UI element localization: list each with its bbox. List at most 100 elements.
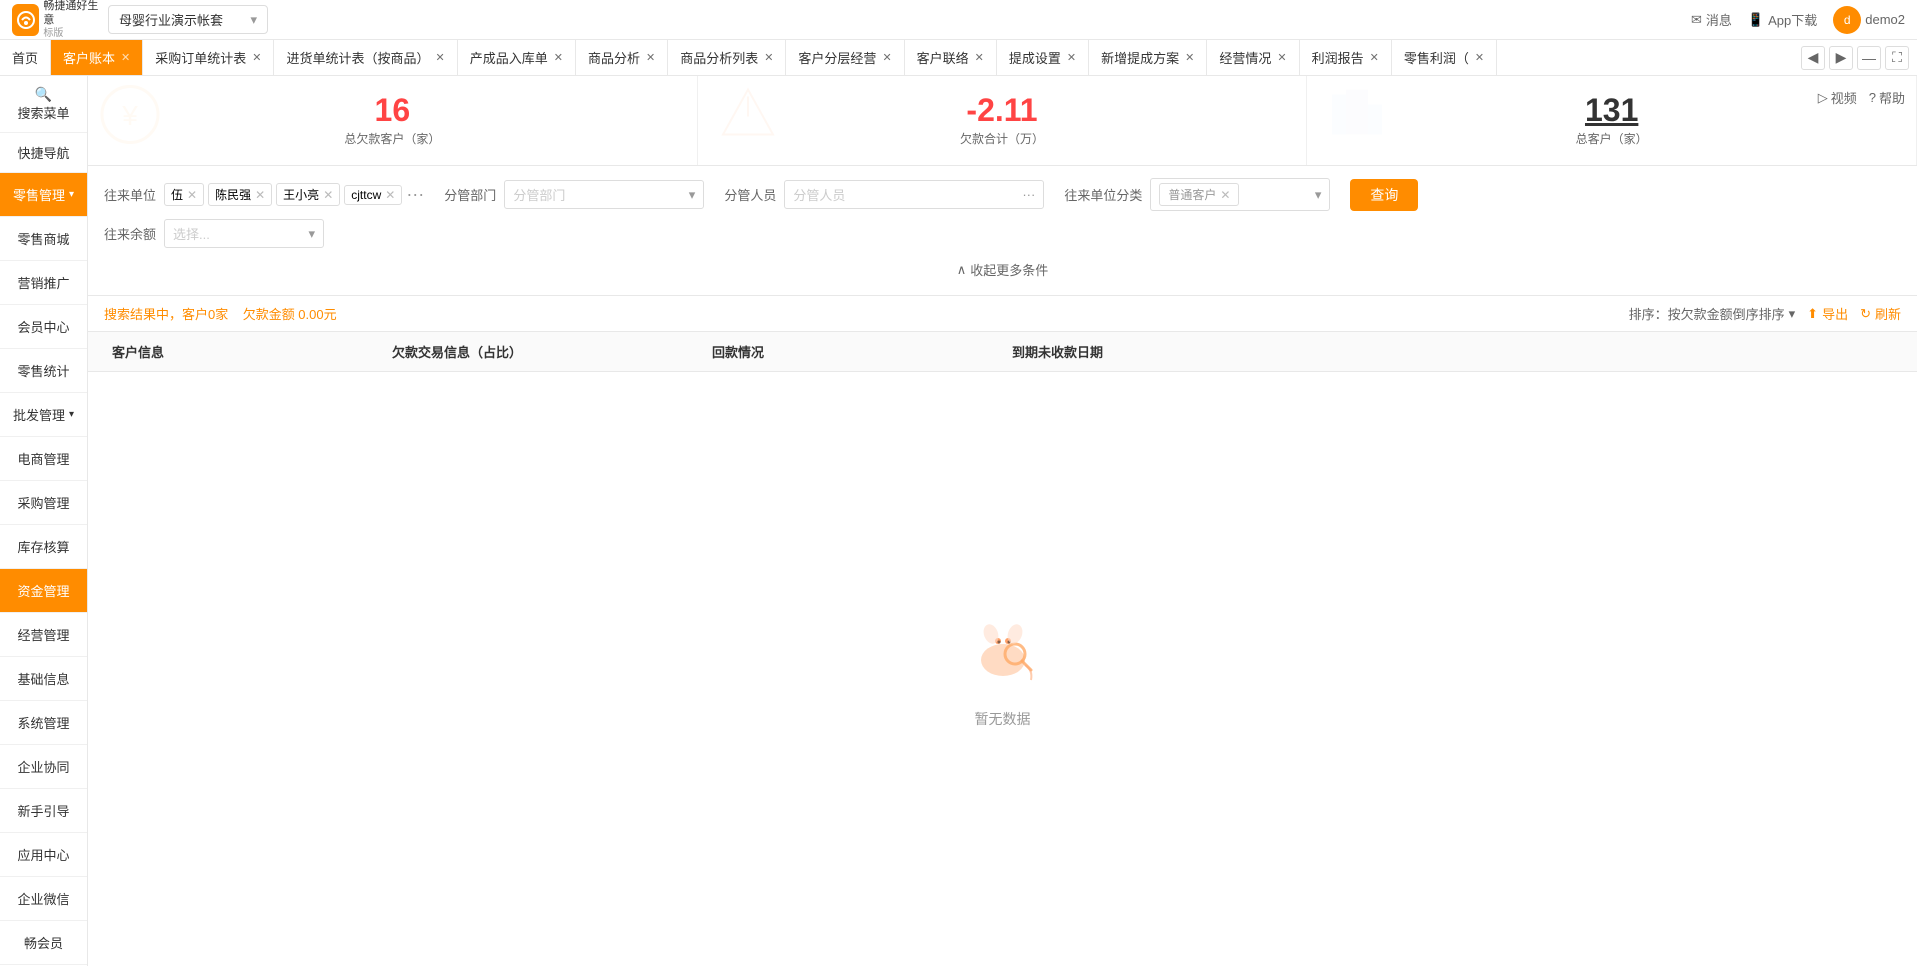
- tab-product-in[interactable]: 产成品入库单 ✕: [458, 40, 576, 76]
- sidebar-item-member[interactable]: 会员中心: [0, 305, 87, 349]
- sidebar-item-vip[interactable]: 畅会员: [0, 921, 87, 965]
- tab-purchase-stats-close[interactable]: ✕: [436, 51, 445, 64]
- video-icon: ▷: [1818, 90, 1828, 106]
- tab-accounts[interactable]: 客户账本 ✕: [51, 40, 143, 76]
- user-area[interactable]: d demo2: [1833, 6, 1905, 34]
- tab-maximize[interactable]: ⛶: [1885, 46, 1909, 70]
- tab-promotion-settings[interactable]: 提成设置 ✕: [997, 40, 1089, 76]
- tab-product-analysis[interactable]: 商品分析 ✕: [576, 40, 668, 76]
- tab-purchase-orders-close[interactable]: ✕: [252, 51, 261, 64]
- sidebar-item-inventory[interactable]: 库存核算: [0, 525, 87, 569]
- top-bar: 畅捷通好生意 标版 母婴行业演示帐套 ▾ ✉ 消息 📱 App下载 d demo…: [0, 0, 1917, 40]
- tab-customer-segment-close[interactable]: ✕: [882, 51, 891, 64]
- table-section: 搜索结果中，客户0家 欠款金额 0.00元 排序：按欠款金额倒序排序 ▾ ⬆ 导…: [88, 296, 1917, 966]
- filter-tag-cjttcw[interactable]: cjttcw ✕: [344, 185, 402, 205]
- tab-purchase-stats[interactable]: 进货单统计表（按商品） ✕: [274, 40, 457, 76]
- help-icon: ?: [1869, 90, 1876, 105]
- sidebar-item-retail-mall[interactable]: 零售商城: [0, 217, 87, 261]
- filter-tag-wu[interactable]: 伍 ✕: [164, 183, 204, 206]
- refresh-button[interactable]: ↻ 刷新: [1860, 304, 1901, 323]
- empty-text: 暂无数据: [975, 709, 1031, 729]
- tab-product-analysis-close[interactable]: ✕: [646, 51, 655, 64]
- stat-total-customers: ¥ 16 总欠款客户（家）: [88, 76, 698, 165]
- app-download-btn[interactable]: 📱 App下载: [1748, 10, 1817, 29]
- filter-tag-chen[interactable]: 陈民强 ✕: [208, 183, 272, 206]
- tab-retail-profit[interactable]: 零售利润（ ✕: [1392, 40, 1497, 76]
- filter-dept-select[interactable]: 分管部门 ▾: [504, 180, 704, 209]
- filter-tag-cjttcw-close[interactable]: ✕: [385, 188, 395, 202]
- filter-person-select[interactable]: 分管人员 ···: [784, 180, 1044, 209]
- filter-balance-select[interactable]: 选择... ▾: [164, 219, 324, 248]
- sidebar-item-marketing[interactable]: 营销推广: [0, 261, 87, 305]
- export-icon: ⬆: [1807, 306, 1818, 322]
- sidebar-item-retail[interactable]: 零售管理 ▾: [0, 173, 87, 217]
- video-action[interactable]: ▷ 视频: [1818, 88, 1857, 107]
- filter-tag-chen-close[interactable]: ✕: [255, 188, 265, 202]
- tab-home[interactable]: 首页: [0, 40, 51, 76]
- sidebar-item-finance[interactable]: 资金管理: [0, 569, 87, 613]
- tab-retail-profit-close[interactable]: ✕: [1475, 51, 1484, 64]
- export-button[interactable]: ⬆ 导出: [1807, 304, 1848, 323]
- filter-tag-wu-close[interactable]: ✕: [187, 188, 197, 202]
- tab-purchase-orders[interactable]: 采购订单统计表 ✕: [143, 40, 274, 76]
- tab-product-in-close[interactable]: ✕: [554, 51, 563, 64]
- tab-scroll-right[interactable]: ▶: [1829, 46, 1853, 70]
- tab-new-promotion[interactable]: 新增提成方案 ✕: [1089, 40, 1207, 76]
- sidebar-search[interactable]: 🔍 搜索菜单: [0, 76, 87, 133]
- sidebar-item-batch[interactable]: 批发管理 ▾: [0, 393, 87, 437]
- stat-customers-value: 16: [375, 94, 411, 126]
- tab-new-promotion-close[interactable]: ✕: [1185, 51, 1194, 64]
- tab-customer-contact-close[interactable]: ✕: [975, 51, 984, 64]
- refresh-icon: ↻: [1860, 306, 1871, 322]
- sidebar-item-new-guide[interactable]: 新手引导: [0, 789, 87, 833]
- query-button[interactable]: 查询: [1350, 179, 1418, 211]
- sidebar-item-ecommerce[interactable]: 电商管理: [0, 437, 87, 481]
- sidebar-quick-nav[interactable]: 快捷导航: [0, 133, 87, 173]
- tab-accounts-close[interactable]: ✕: [121, 51, 130, 64]
- stat-total-debt: -2.11 欠款合计（万）: [698, 76, 1308, 165]
- tab-customer-segment[interactable]: 客户分层经营 ✕: [786, 40, 904, 76]
- tab-profit-report-label: 利润报告: [1312, 48, 1364, 67]
- tab-operations[interactable]: 经营情况 ✕: [1207, 40, 1299, 76]
- col-due-date: 到期未收款日期: [1004, 342, 1901, 361]
- tab-customer-segment-label: 客户分层经营: [798, 48, 876, 67]
- nav-tab-actions: ◀ ▶ — ⛶: [1801, 46, 1917, 70]
- tab-product-analysis-list-close[interactable]: ✕: [764, 51, 773, 64]
- table-header: 客户信息 欠款交易信息（占比） 回款情况 到期未收款日期: [88, 332, 1917, 372]
- filter-unit-label: 往来单位: [104, 185, 156, 204]
- filter-unit-type-tag[interactable]: 普通客户 ✕: [1159, 183, 1239, 206]
- filter-unit-type-close[interactable]: ✕: [1220, 188, 1230, 202]
- help-action[interactable]: ? 帮助: [1869, 88, 1905, 107]
- tab-operations-close[interactable]: ✕: [1277, 51, 1286, 64]
- filter-tag-wang-close[interactable]: ✕: [323, 188, 333, 202]
- stat-actions: ▷ 视频 ? 帮助: [1818, 88, 1905, 107]
- tab-customer-contact[interactable]: 客户联络 ✕: [905, 40, 997, 76]
- collapse-btn[interactable]: ∧ 收起更多条件: [945, 256, 1061, 283]
- filter-dept-label: 分管部门: [444, 185, 496, 204]
- empty-icon: [963, 610, 1043, 693]
- tab-scroll-left[interactable]: ◀: [1801, 46, 1825, 70]
- sidebar-item-basic-info[interactable]: 基础信息: [0, 657, 87, 701]
- sidebar-retail-arrow: ▾: [69, 189, 74, 200]
- tab-profit-report-close[interactable]: ✕: [1370, 51, 1379, 64]
- sidebar-item-operations-mgmt[interactable]: 经营管理: [0, 613, 87, 657]
- stats-bar: ¥ 16 总欠款客户（家） -2.11 欠款合计（万）: [88, 76, 1917, 166]
- sidebar-item-enterprise-wechat[interactable]: 企业微信: [0, 877, 87, 921]
- tab-minimize[interactable]: —: [1857, 46, 1881, 70]
- filter-unit-type-select[interactable]: 普通客户 ✕ ▾: [1150, 178, 1330, 211]
- tab-promotion-settings-close[interactable]: ✕: [1067, 51, 1076, 64]
- sort-button[interactable]: 排序：按欠款金额倒序排序 ▾: [1629, 304, 1796, 323]
- filter-unit-more[interactable]: ···: [406, 184, 424, 205]
- filter-tag-wang[interactable]: 王小亮 ✕: [276, 183, 340, 206]
- org-selector[interactable]: 母婴行业演示帐套 ▾: [108, 5, 268, 34]
- sidebar-item-system[interactable]: 系统管理: [0, 701, 87, 745]
- sidebar-item-enterprise[interactable]: 企业协同: [0, 745, 87, 789]
- stat-customers2-label: 总客户（家）: [1576, 130, 1648, 147]
- tab-profit-report[interactable]: 利润报告 ✕: [1300, 40, 1392, 76]
- sidebar-item-purchase[interactable]: 采购管理: [0, 481, 87, 525]
- tab-product-analysis-list[interactable]: 商品分析列表 ✕: [668, 40, 786, 76]
- sidebar-item-app-center[interactable]: 应用中心: [0, 833, 87, 877]
- messages-btn[interactable]: ✉ 消息: [1691, 10, 1732, 29]
- sidebar-item-retail-stats[interactable]: 零售统计: [0, 349, 87, 393]
- stat-debt-value: -2.11: [966, 94, 1037, 126]
